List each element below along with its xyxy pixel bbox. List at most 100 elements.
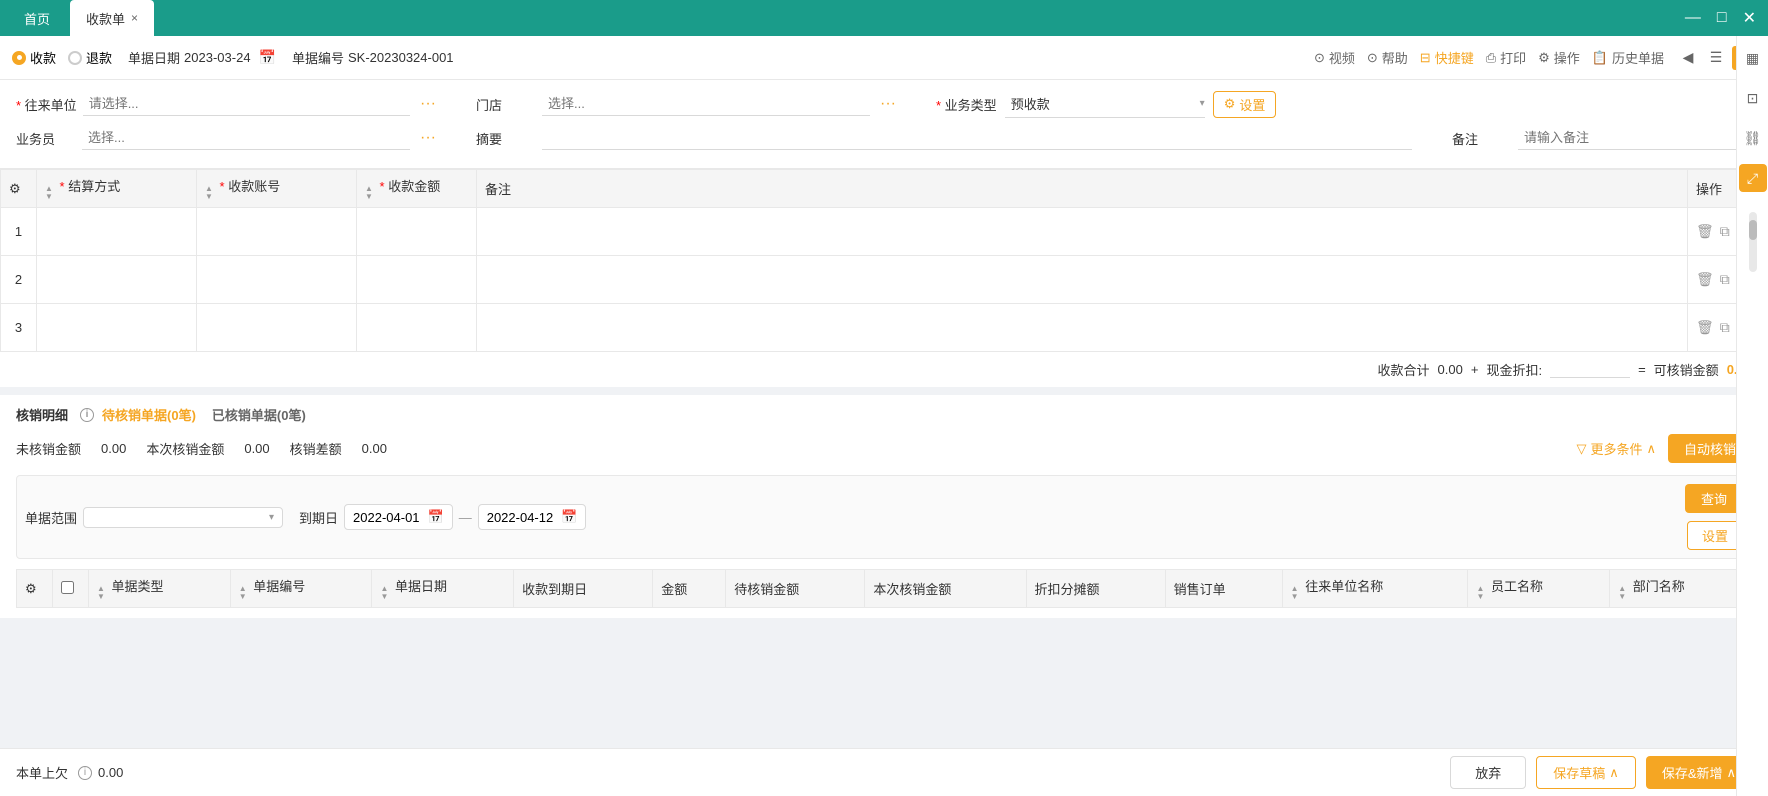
window-close-icon[interactable]: ✕ [1739, 6, 1760, 30]
biz-type-select-wrap[interactable]: 预收款 ▾ [1005, 90, 1205, 118]
radio-refund[interactable]: 退款 [68, 48, 112, 67]
discount-input[interactable] [1550, 362, 1630, 378]
salesman-more-icon[interactable]: ··· [420, 129, 436, 147]
partner-field: 往来单位 ··· [16, 92, 436, 116]
date-to-wrap[interactable]: 2022-04-12 📅 [478, 504, 587, 530]
partner-input[interactable] [83, 92, 410, 116]
table-row: 3 🗑 ⧉ [1, 304, 1768, 352]
writeoff-info-icon[interactable]: i [80, 408, 94, 422]
range-select[interactable]: ▾ [83, 507, 283, 528]
window-minimize-icon[interactable]: — [1681, 7, 1705, 29]
row-amount-2[interactable] [357, 256, 477, 304]
radio-refund-dot [68, 51, 82, 65]
shortcut-icon: ⊟ [1420, 50, 1431, 66]
shortcut-label: 快捷键 [1435, 48, 1474, 67]
biz-type-label: 业务类型 [936, 95, 997, 114]
bottom-th-pending: 待核销金额 [726, 570, 865, 608]
shortcut-action[interactable]: ⊟ 快捷键 [1420, 48, 1474, 67]
sidebar-image-icon[interactable]: ⊡ [1739, 84, 1767, 112]
th-settle: ▲▼ 结算方式 [37, 170, 197, 208]
bottom-th-doc-num: ▲▼ 单据编号 [230, 570, 372, 608]
history-action[interactable]: 📋 历史单据 [1592, 48, 1664, 67]
tab-done[interactable]: 已核销单据(0笔) [212, 405, 306, 424]
summary-input[interactable] [542, 126, 1412, 150]
more-conditions-btn[interactable]: ▽ 更多条件 ∧ [1576, 439, 1656, 458]
bottom-th-check[interactable] [53, 570, 89, 608]
tab-home[interactable]: 首页 [8, 0, 66, 36]
bottom-th-discount: 折扣分摊额 [1026, 570, 1165, 608]
query-button[interactable]: 查询 [1685, 484, 1743, 513]
row-remark-3[interactable] [477, 304, 1688, 352]
row-settle-3[interactable] [37, 304, 197, 352]
bottom-th-doc-type: ▲▼ 单据类型 [89, 570, 231, 608]
balance-info-icon[interactable]: i [78, 766, 92, 780]
date-to-value: 2022-04-12 [487, 510, 554, 525]
remark-label: 备注 [1452, 129, 1512, 148]
view-list-icon[interactable]: ☰ [1704, 46, 1728, 70]
radio-receive[interactable]: 收款 [12, 48, 56, 67]
copy-icon-2[interactable]: ⧉ [1720, 271, 1730, 288]
summary-row: 收款合计 0.00 + 现金折扣: = 可核销金额 0.00 [0, 352, 1768, 395]
delete-icon-1[interactable]: 🗑 [1696, 223, 1714, 240]
view-prev-icon[interactable]: ◀ [1676, 46, 1700, 70]
abandon-button[interactable]: 放弃 [1450, 756, 1526, 789]
radio-refund-label: 退款 [86, 48, 112, 67]
sidebar-scrollbar-thumb [1749, 220, 1757, 240]
video-action[interactable]: ⊙ 视频 [1314, 48, 1355, 67]
copy-icon-3[interactable]: ⧉ [1720, 319, 1730, 336]
row-remark-2[interactable] [477, 256, 1688, 304]
sidebar-scrollbar[interactable] [1749, 212, 1757, 272]
remark-field: 备注 [1452, 126, 1752, 150]
settings-button[interactable]: ⚙ 设置 [1213, 91, 1277, 118]
sidebar-link-icon[interactable]: ⛓ [1739, 124, 1767, 152]
help-label: 帮助 [1382, 48, 1408, 67]
row-account-1[interactable] [197, 208, 357, 256]
filter-settings-button[interactable]: 设置 [1687, 521, 1743, 550]
sidebar-table-icon[interactable]: ▦ [1739, 44, 1767, 72]
shop-more-icon[interactable]: ··· [880, 95, 896, 113]
row-settle-2[interactable] [37, 256, 197, 304]
number-value[interactable]: SK-20230324-001 [348, 50, 454, 65]
date-range-field: 到期日 2022-04-01 📅 — 2022-04-12 📅 [299, 504, 586, 530]
shop-input[interactable] [542, 92, 870, 116]
right-sidebar: ▦ ⊡ ⛓ ⤢ [1736, 36, 1768, 796]
number-label: 单据编号 [292, 48, 344, 67]
remark-input[interactable] [1518, 126, 1752, 150]
window-restore-icon[interactable]: □ [1713, 7, 1731, 29]
radio-group: 收款 退款 [12, 48, 112, 67]
tab-active-label: 收款单 [86, 9, 125, 28]
sidebar-expand-icon[interactable]: ⤢ [1739, 164, 1767, 192]
table-container: ⚙ ▲▼ 结算方式 ▲▼ 收款账号 ▲▼ 收款金额 备注 操作 1 [0, 169, 1768, 352]
balance-value: 0.00 [98, 765, 123, 780]
tab-pending[interactable]: 待核销单据(0笔) [102, 405, 196, 424]
row-amount-1[interactable] [357, 208, 477, 256]
calendar-icon[interactable]: 📅 [259, 49, 276, 66]
tab-close-icon[interactable]: × [131, 11, 138, 25]
range-label: 单据范围 [25, 508, 77, 527]
check-all[interactable] [61, 581, 74, 594]
avail-label: 可核销金额 [1654, 360, 1719, 379]
salesman-input[interactable] [82, 126, 410, 150]
doc-type-sort-icon: ▲▼ [97, 585, 105, 601]
draft-button[interactable]: 保存草稿 ∧ [1536, 756, 1636, 789]
delete-icon-3[interactable]: 🗑 [1696, 319, 1714, 336]
partner-more-icon[interactable]: ··· [420, 95, 436, 113]
total-value: 0.00 [1438, 362, 1463, 377]
row-amount-3[interactable] [357, 304, 477, 352]
row-remark-1[interactable] [477, 208, 1688, 256]
row-account-3[interactable] [197, 304, 357, 352]
video-label: 视频 [1329, 48, 1355, 67]
th-settings[interactable]: ⚙ [1, 170, 37, 208]
filter-row: 单据范围 ▾ 到期日 2022-04-01 📅 — 2022-04-12 📅 [16, 475, 1752, 559]
row-settle-1[interactable] [37, 208, 197, 256]
date-from-wrap[interactable]: 2022-04-01 📅 [344, 504, 453, 530]
delete-icon-2[interactable]: 🗑 [1696, 271, 1714, 288]
operate-action[interactable]: ⚙ 操作 [1538, 48, 1580, 67]
bottom-th-settings[interactable]: ⚙ [17, 570, 53, 608]
copy-icon-1[interactable]: ⧉ [1720, 223, 1730, 240]
date-value[interactable]: 2023-03-24 [184, 50, 251, 65]
print-action[interactable]: ⎙ 打印 [1486, 48, 1526, 67]
help-action[interactable]: ⊙ 帮助 [1367, 48, 1408, 67]
tab-active[interactable]: 收款单 × [70, 0, 154, 36]
row-account-2[interactable] [197, 256, 357, 304]
